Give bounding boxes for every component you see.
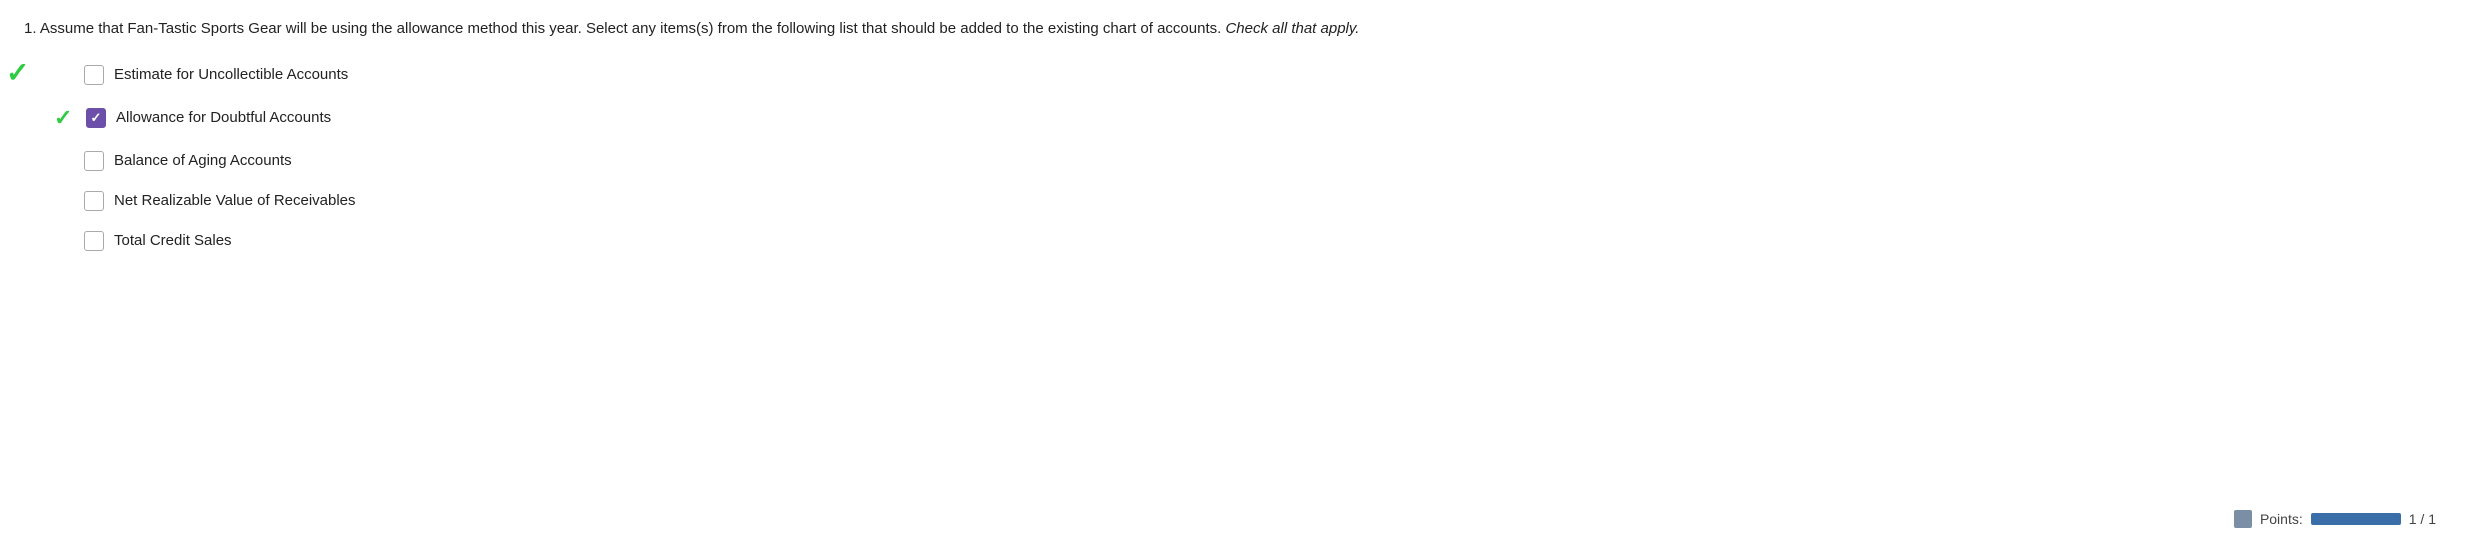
option-label-3: Balance of Aging Accounts (114, 152, 292, 169)
points-icon (2234, 510, 2252, 528)
question-area: ✓ Estimate for Uncollectible Accounts ✓ … (0, 55, 2466, 261)
checkbox-2[interactable] (86, 108, 106, 128)
option-label-2: Allowance for Doubtful Accounts (116, 109, 331, 126)
question-instruction: Check all that apply. (1225, 20, 1359, 37)
option-label-1: Estimate for Uncollectible Accounts (114, 66, 348, 83)
option-item-3: Balance of Aging Accounts (54, 141, 2442, 181)
option-label-4: Net Realizable Value of Receivables (114, 192, 356, 209)
option-item-5: Total Credit Sales (54, 221, 2442, 261)
question-text: 1. Assume that Fan-Tastic Sports Gear wi… (0, 0, 2466, 51)
points-progress-bar (2311, 513, 2401, 525)
option-label-5: Total Credit Sales (114, 232, 232, 249)
checkbox-1[interactable] (84, 65, 104, 85)
option-item-2: ✓ Allowance for Doubtful Accounts (54, 95, 2442, 141)
main-correct-checkmark: ✓ (6, 59, 29, 87)
checkbox-4[interactable] (84, 191, 104, 211)
correct-indicator-2: ✓ (54, 105, 74, 131)
points-label: Points: (2260, 511, 2303, 527)
options-list: Estimate for Uncollectible Accounts ✓ Al… (24, 55, 2442, 261)
checkbox-3[interactable] (84, 151, 104, 171)
question-body: Assume that Fan-Tastic Sports Gear will … (40, 20, 1221, 37)
option-item-4: Net Realizable Value of Receivables (54, 181, 2442, 221)
option-item-1: Estimate for Uncollectible Accounts (54, 55, 2442, 95)
checkbox-5[interactable] (84, 231, 104, 251)
question-number: 1. (24, 20, 37, 37)
points-value: 1 / 1 (2409, 511, 2436, 527)
points-bar: Points: 1 / 1 (2234, 510, 2436, 528)
